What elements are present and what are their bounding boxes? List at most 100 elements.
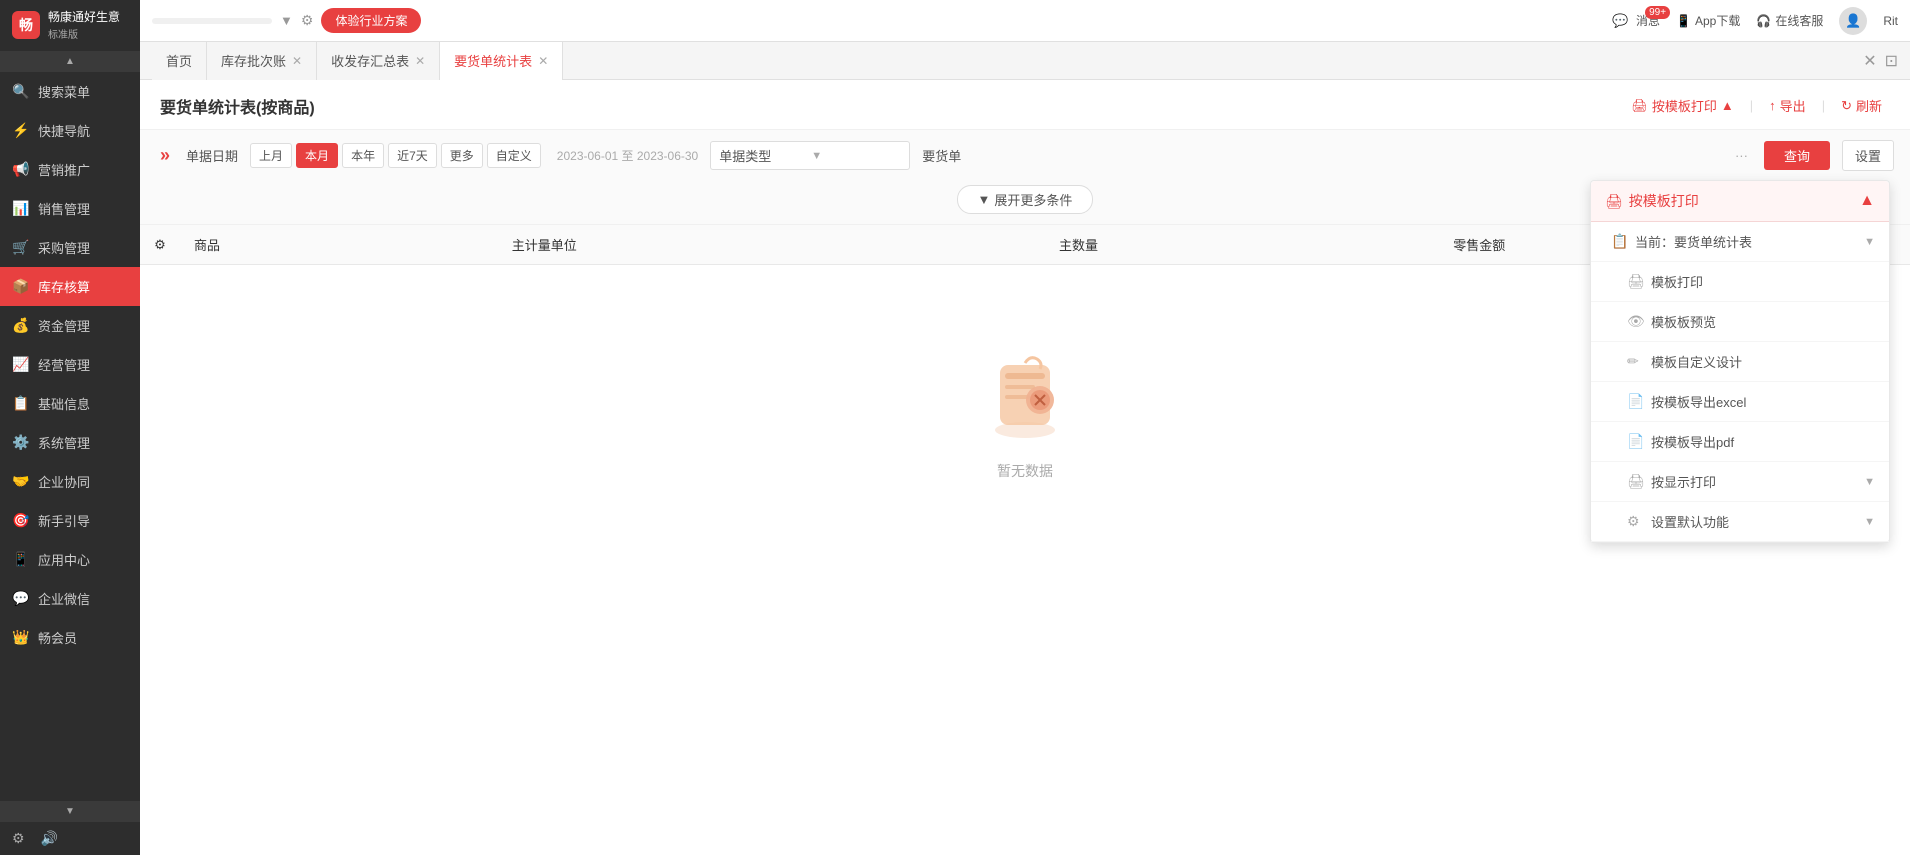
- audio-icon[interactable]: 🔊: [41, 830, 58, 847]
- user-avatar[interactable]: 👤: [1839, 7, 1867, 35]
- print-item-template_excel[interactable]: 📄按模板导出excel: [1591, 382, 1889, 422]
- sidebar-item-wechat[interactable]: 💬企业微信: [0, 579, 140, 618]
- print-item-default_func[interactable]: ⚙设置默认功能▼: [1591, 502, 1889, 542]
- industry-btn[interactable]: 体验行业方案: [321, 8, 421, 33]
- nav-icon-search: 🔍: [12, 83, 30, 100]
- print-item-display_print[interactable]: 🖨按显示打印▼: [1591, 462, 1889, 502]
- empty-text: 暂无数据: [997, 461, 1053, 481]
- expand-more-btn[interactable]: ▼ 展开更多条件: [957, 185, 1094, 214]
- doc-type-arrow: ▼: [811, 150, 822, 162]
- nav-icon-system: ⚙️: [12, 434, 30, 451]
- doc-type-select[interactable]: 单据类型 ▼: [710, 141, 910, 170]
- sidebar-item-marketing[interactable]: 📢营销推广: [0, 150, 140, 189]
- nav-icon-purchase: 🛒: [12, 239, 30, 256]
- sidebar-item-enterprise[interactable]: 🤝企业协同: [0, 462, 140, 501]
- date-btn-近7天[interactable]: 近7天: [388, 143, 437, 168]
- sidebar-item-vip[interactable]: 👑畅会员: [0, 618, 140, 657]
- printer-icon: 🖨: [1631, 98, 1648, 114]
- sidebar-item-search[interactable]: 🔍 搜索菜单: [0, 72, 140, 111]
- username: Rit: [1883, 14, 1898, 28]
- print-item-template_custom[interactable]: ✏模板自定义设计: [1591, 342, 1889, 382]
- nav-icon-appcenter: 📱: [12, 551, 30, 568]
- more-icon: ···: [1735, 148, 1748, 163]
- item-icon-default_func: ⚙: [1627, 513, 1643, 530]
- settings-icon[interactable]: ⚙: [12, 830, 25, 847]
- print-title-icon: 🖨: [1605, 193, 1623, 210]
- sidebar-item-quick[interactable]: ⚡快捷导航: [0, 111, 140, 150]
- nav-label-enterprise: 企业协同: [38, 472, 90, 491]
- sidebar-item-purchase[interactable]: 🛒采购管理: [0, 228, 140, 267]
- item-label-template_print: 模板打印: [1651, 272, 1703, 291]
- tab-batch[interactable]: 库存批次账✕: [207, 42, 317, 80]
- app-download-item[interactable]: 📱 App下载: [1676, 12, 1740, 29]
- scroll-up-btn[interactable]: ▲: [0, 52, 140, 72]
- print-item-template_preview[interactable]: 👁 模板板预览: [1591, 302, 1889, 342]
- print-item-template_print[interactable]: 🖨 模板打印: [1591, 262, 1889, 302]
- topbar: ▼ ⚙ 体验行业方案 💬 99+ 消息 📱 App下载 🎧 在线客服 👤 Rit: [140, 0, 1910, 42]
- sidebar-item-finance[interactable]: 💰资金管理: [0, 306, 140, 345]
- msg-icon: 💬: [1612, 13, 1628, 28]
- date-btn-本月[interactable]: 本月: [296, 143, 338, 168]
- tab-close-receipts[interactable]: ✕: [415, 55, 425, 67]
- print-dropdown-close-btn[interactable]: ▲: [1859, 192, 1875, 210]
- close-window-btn[interactable]: ✕: [1863, 51, 1876, 71]
- item-arrow-display_print: ▼: [1864, 476, 1875, 488]
- date-btns: 上月本月本年近7天更多自定义: [250, 143, 541, 168]
- nav-label-finance: 资金管理: [38, 316, 90, 335]
- date-btn-本年[interactable]: 本年: [342, 143, 384, 168]
- item-label-template_preview: 模板板预览: [1651, 312, 1716, 331]
- sidebar-item-system[interactable]: ⚙️系统管理: [0, 423, 140, 462]
- refresh-btn[interactable]: ↻ 刷新: [1833, 92, 1890, 119]
- page-header: 要货单统计表(按商品) 🖨 按模板打印 ▲ | ↑ 导出 | ↻ 刷新: [140, 80, 1910, 130]
- sidebar-logo: 畅 畅康通好生意 标准版: [0, 0, 140, 52]
- phone-icon: 📱: [1676, 14, 1691, 28]
- item-label-template_pdf: 按模板导出pdf: [1651, 432, 1734, 451]
- item-icon-template_preview: 👁: [1627, 313, 1643, 330]
- item-arrow-default_func: ▼: [1864, 516, 1875, 528]
- tab-receipts[interactable]: 收发存汇总表✕: [317, 42, 440, 80]
- date-btn-自定义[interactable]: 自定义: [487, 143, 541, 168]
- export-btn[interactable]: ↑ 导出: [1761, 92, 1814, 119]
- page-actions: 🖨 按模板打印 ▲ | ↑ 导出 | ↻ 刷新: [1623, 92, 1890, 119]
- query-btn[interactable]: 查询: [1764, 141, 1830, 170]
- nav-label-vip: 畅会员: [38, 628, 77, 647]
- topbar-gear-icon[interactable]: ⚙: [301, 12, 314, 29]
- current-item-arrow: ▼: [1864, 236, 1875, 248]
- nav-icon-basic: 📋: [12, 395, 30, 412]
- tab-home[interactable]: 首页: [152, 42, 207, 80]
- settings-btn[interactable]: 设置: [1842, 140, 1894, 171]
- print-item-template_pdf[interactable]: 📄按模板导出pdf: [1591, 422, 1889, 462]
- tab-order_stat[interactable]: 要货单统计表✕: [440, 42, 563, 80]
- tab-close-order_stat[interactable]: ✕: [538, 55, 548, 67]
- sidebar-item-operation[interactable]: 📈经营管理: [0, 345, 140, 384]
- print-dropdown: 🖨 按模板打印 ▲ 📋 当前：要货单统计表 ▼ 🖨模板打印👁模板板预览✏模板自定…: [1590, 180, 1890, 543]
- maximize-btn[interactable]: ⊡: [1885, 51, 1898, 71]
- logo-char: 畅: [19, 15, 33, 35]
- date-btn-更多[interactable]: 更多: [441, 143, 483, 168]
- tab-close-batch[interactable]: ✕: [292, 55, 302, 67]
- sidebar-item-basic[interactable]: 📋 基础信息: [0, 384, 140, 423]
- item-icon-template_print: 🖨: [1627, 273, 1643, 290]
- msg-badge[interactable]: 💬 99+ 消息: [1612, 12, 1660, 29]
- topbar-dropdown-arrow[interactable]: ▼: [280, 13, 293, 28]
- date-btn-上月[interactable]: 上月: [250, 143, 292, 168]
- service-item[interactable]: 🎧 在线客服: [1756, 12, 1823, 29]
- filter-expand-btn[interactable]: »: [156, 145, 174, 166]
- arrow-up-icon: ▲: [1721, 98, 1734, 113]
- sidebar-item-guide[interactable]: 🎯新手引导: [0, 501, 140, 540]
- print-current-item: 📋 当前：要货单统计表 ▼: [1591, 222, 1889, 262]
- sidebar-item-inventory[interactable]: 📦库存核算: [0, 267, 140, 306]
- item-icon-template_excel: 📄: [1627, 393, 1643, 410]
- sidebar-item-sales[interactable]: 📊销售管理: [0, 189, 140, 228]
- col-settings: ⚙: [140, 225, 180, 265]
- msg-count: 99+: [1645, 6, 1670, 19]
- nav-icon-sales: 📊: [12, 200, 30, 217]
- nav-label-basic: 基础信息: [38, 394, 90, 413]
- print-template-btn[interactable]: 🖨 按模板打印 ▲: [1623, 92, 1741, 119]
- sidebar-item-appcenter[interactable]: 📱应用中心: [0, 540, 140, 579]
- scroll-down-btn[interactable]: ▼: [0, 801, 140, 821]
- sidebar-nav: 🔍 搜索菜单 ⚡快捷导航📢营销推广📊销售管理🛒采购管理📦库存核算💰资金管理📈经营管理…: [0, 72, 140, 801]
- tab-label-home: 首页: [166, 51, 192, 70]
- print-dropdown-items: 🖨模板打印👁模板板预览✏模板自定义设计📄按模板导出excel📄按模板导出pdf🖨…: [1591, 262, 1889, 542]
- nav-label-search: 搜索菜单: [38, 82, 90, 101]
